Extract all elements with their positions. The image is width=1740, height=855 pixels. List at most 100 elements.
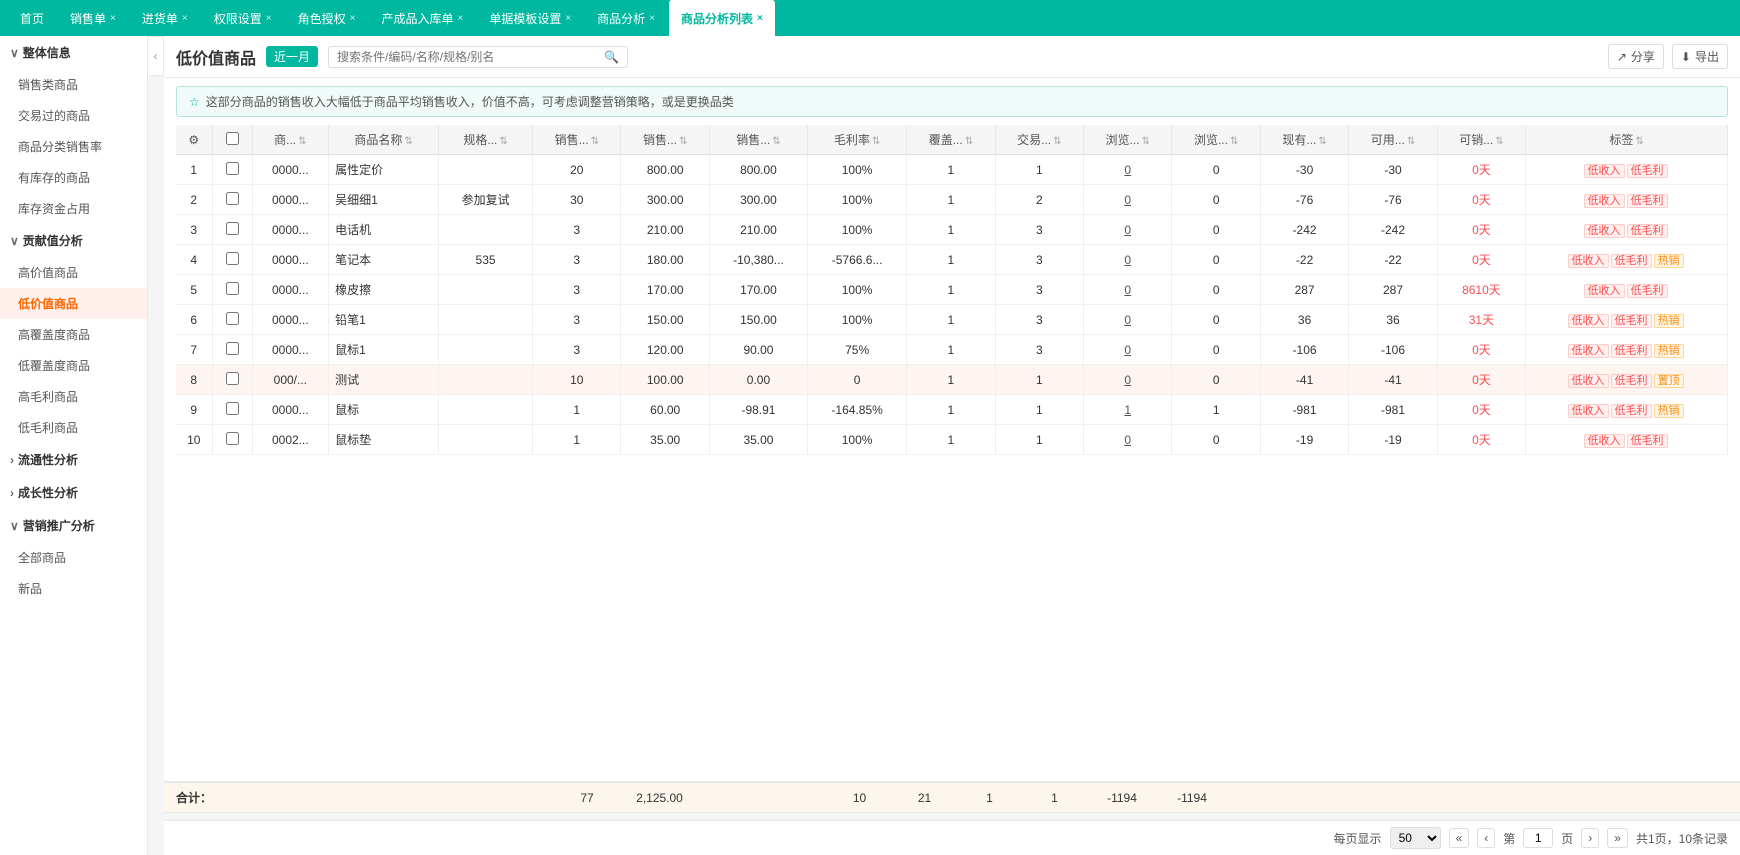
sort-margin-icon[interactable]: ⇅ bbox=[872, 136, 880, 147]
th-gear[interactable]: ⚙ bbox=[176, 125, 212, 155]
cell-view1[interactable]: 0 bbox=[1084, 335, 1172, 365]
prev-page-btn[interactable]: ‹ bbox=[1477, 828, 1495, 848]
th-current[interactable]: 现有...⇅ bbox=[1260, 125, 1348, 155]
row-checkbox[interactable] bbox=[226, 372, 239, 385]
nav-item-analysis[interactable]: 商品分析 × bbox=[585, 0, 667, 36]
sidebar-group-overall[interactable]: ∨ 整体信息 bbox=[0, 36, 147, 69]
sort-trade-icon[interactable]: ⇅ bbox=[1053, 136, 1061, 147]
row-checkbox[interactable] bbox=[226, 342, 239, 355]
th-margin[interactable]: 毛利率⇅ bbox=[808, 125, 907, 155]
row-checkbox[interactable] bbox=[226, 312, 239, 325]
first-page-btn[interactable]: « bbox=[1449, 828, 1470, 848]
th-tags[interactable]: 标签⇅ bbox=[1526, 125, 1728, 155]
sidebar-group-growth[interactable]: › 成长性分析 bbox=[0, 476, 147, 509]
close-roles-icon[interactable]: × bbox=[350, 13, 356, 24]
sort-sales-qty-icon[interactable]: ⇅ bbox=[591, 136, 599, 147]
close-permissions-icon[interactable]: × bbox=[266, 13, 272, 24]
sort-name-icon[interactable]: ⇅ bbox=[404, 136, 412, 147]
sort-tags-icon[interactable]: ⇅ bbox=[1635, 136, 1643, 147]
sidebar-item-high-margin[interactable]: 高毛利商品 bbox=[0, 381, 147, 412]
select-all-checkbox[interactable] bbox=[226, 132, 239, 145]
th-coverage[interactable]: 覆盖...⇅ bbox=[907, 125, 995, 155]
page-number-input[interactable] bbox=[1523, 828, 1553, 848]
close-template-icon[interactable]: × bbox=[565, 13, 571, 24]
nav-item-permissions[interactable]: 权限设置 × bbox=[202, 0, 284, 36]
sort-saleable-icon[interactable]: ⇅ bbox=[1495, 136, 1503, 147]
cell-view1[interactable]: 0 bbox=[1084, 185, 1172, 215]
sidebar-group-marketing[interactable]: ∨ 营销推广分析 bbox=[0, 509, 147, 542]
nav-item-template[interactable]: 单据模板设置 × bbox=[477, 0, 583, 36]
cell-view1[interactable]: 0 bbox=[1084, 275, 1172, 305]
nav-item-home[interactable]: 首页 bbox=[8, 0, 56, 36]
sort-spec-icon[interactable]: ⇅ bbox=[499, 136, 507, 147]
close-purchase-icon[interactable]: × bbox=[182, 13, 188, 24]
close-analysis-icon[interactable]: × bbox=[649, 13, 655, 24]
sort-sales-amount-icon[interactable]: ⇅ bbox=[772, 136, 780, 147]
nav-item-roles[interactable]: 角色授权 × bbox=[286, 0, 368, 36]
cell-view1[interactable]: 0 bbox=[1084, 365, 1172, 395]
cell-view1[interactable]: 0 bbox=[1084, 425, 1172, 455]
th-code[interactable]: 商...⇅ bbox=[252, 125, 329, 155]
cell-view1[interactable]: 0 bbox=[1084, 155, 1172, 185]
th-checkbox[interactable] bbox=[212, 125, 252, 155]
nav-item-warehouse[interactable]: 产成品入库单 × bbox=[369, 0, 475, 36]
row-checkbox[interactable] bbox=[226, 402, 239, 415]
sort-current-icon[interactable]: ⇅ bbox=[1318, 136, 1326, 147]
cell-view1[interactable]: 1 bbox=[1084, 395, 1172, 425]
sidebar-item-new-goods[interactable]: 新品 bbox=[0, 573, 147, 604]
th-view1[interactable]: 浏览...⇅ bbox=[1084, 125, 1172, 155]
row-checkbox[interactable] bbox=[226, 222, 239, 235]
nav-item-analysis-list[interactable]: 商品分析列表 × bbox=[669, 0, 775, 36]
cell-view1[interactable]: 0 bbox=[1084, 305, 1172, 335]
close-analysis-list-icon[interactable]: × bbox=[757, 13, 763, 24]
row-checkbox[interactable] bbox=[226, 282, 239, 295]
sidebar-item-traded-goods[interactable]: 交易过的商品 bbox=[0, 100, 147, 131]
sidebar-item-category-sales-rate[interactable]: 商品分类销售率 bbox=[0, 131, 147, 162]
sidebar-item-high-coverage[interactable]: 高覆盖度商品 bbox=[0, 319, 147, 350]
sort-sales-price-icon[interactable]: ⇅ bbox=[679, 136, 687, 147]
sidebar-item-low-value[interactable]: 低价值商品 bbox=[0, 288, 147, 319]
row-checkbox[interactable] bbox=[226, 252, 239, 265]
th-sales-amount[interactable]: 销售...⇅ bbox=[709, 125, 807, 155]
export-button[interactable]: ⬇ 导出 bbox=[1672, 44, 1728, 69]
sidebar-item-stocked-goods[interactable]: 有库存的商品 bbox=[0, 162, 147, 193]
search-input[interactable] bbox=[337, 50, 600, 64]
row-checkbox[interactable] bbox=[226, 192, 239, 205]
close-sales-icon[interactable]: × bbox=[110, 13, 116, 24]
sidebar-item-all-goods[interactable]: 全部商品 bbox=[0, 542, 147, 573]
th-spec[interactable]: 规格...⇅ bbox=[439, 125, 533, 155]
sidebar-item-inventory-capital[interactable]: 库存资金占用 bbox=[0, 193, 147, 224]
sidebar-group-contribution[interactable]: ∨ 贡献值分析 bbox=[0, 224, 147, 257]
share-button[interactable]: ↗ 分享 bbox=[1608, 44, 1664, 69]
sidebar-item-sales-goods[interactable]: 销售类商品 bbox=[0, 69, 147, 100]
close-warehouse-icon[interactable]: × bbox=[457, 13, 463, 24]
sort-view2-icon[interactable]: ⇅ bbox=[1230, 136, 1238, 147]
cell-view1[interactable]: 0 bbox=[1084, 245, 1172, 275]
th-view2[interactable]: 浏览...⇅ bbox=[1172, 125, 1260, 155]
nav-item-sales[interactable]: 销售单 × bbox=[58, 0, 128, 36]
cell-view1[interactable]: 0 bbox=[1084, 215, 1172, 245]
th-name[interactable]: 商品名称⇅ bbox=[329, 125, 439, 155]
next-page-btn[interactable]: › bbox=[1581, 828, 1599, 848]
th-saleable[interactable]: 可销...⇅ bbox=[1437, 125, 1525, 155]
per-page-select[interactable]: 50 20 100 bbox=[1390, 827, 1441, 849]
sort-view1-icon[interactable]: ⇅ bbox=[1142, 136, 1150, 147]
th-sales-qty[interactable]: 销售...⇅ bbox=[533, 125, 621, 155]
time-tag-btn[interactable]: 近一月 bbox=[266, 46, 318, 67]
row-checkbox[interactable] bbox=[226, 162, 239, 175]
sidebar-collapse-btn[interactable]: ‹ bbox=[148, 36, 164, 76]
sort-code-icon[interactable]: ⇅ bbox=[298, 136, 306, 147]
row-checkbox[interactable] bbox=[226, 432, 239, 445]
last-page-btn[interactable]: » bbox=[1607, 828, 1628, 848]
nav-item-purchase[interactable]: 进货单 × bbox=[130, 0, 200, 36]
th-trade[interactable]: 交易...⇅ bbox=[995, 125, 1083, 155]
sidebar-group-circulation[interactable]: › 流通性分析 bbox=[0, 443, 147, 476]
th-sales-price[interactable]: 销售...⇅ bbox=[621, 125, 709, 155]
sort-available-icon[interactable]: ⇅ bbox=[1407, 136, 1415, 147]
sidebar-item-low-margin[interactable]: 低毛利商品 bbox=[0, 412, 147, 443]
sort-coverage-icon[interactable]: ⇅ bbox=[965, 136, 973, 147]
sidebar-item-low-coverage[interactable]: 低覆盖度商品 bbox=[0, 350, 147, 381]
search-icon[interactable]: 🔍 bbox=[604, 50, 619, 64]
sidebar-item-high-value[interactable]: 高价值商品 bbox=[0, 257, 147, 288]
th-available[interactable]: 可用...⇅ bbox=[1349, 125, 1437, 155]
